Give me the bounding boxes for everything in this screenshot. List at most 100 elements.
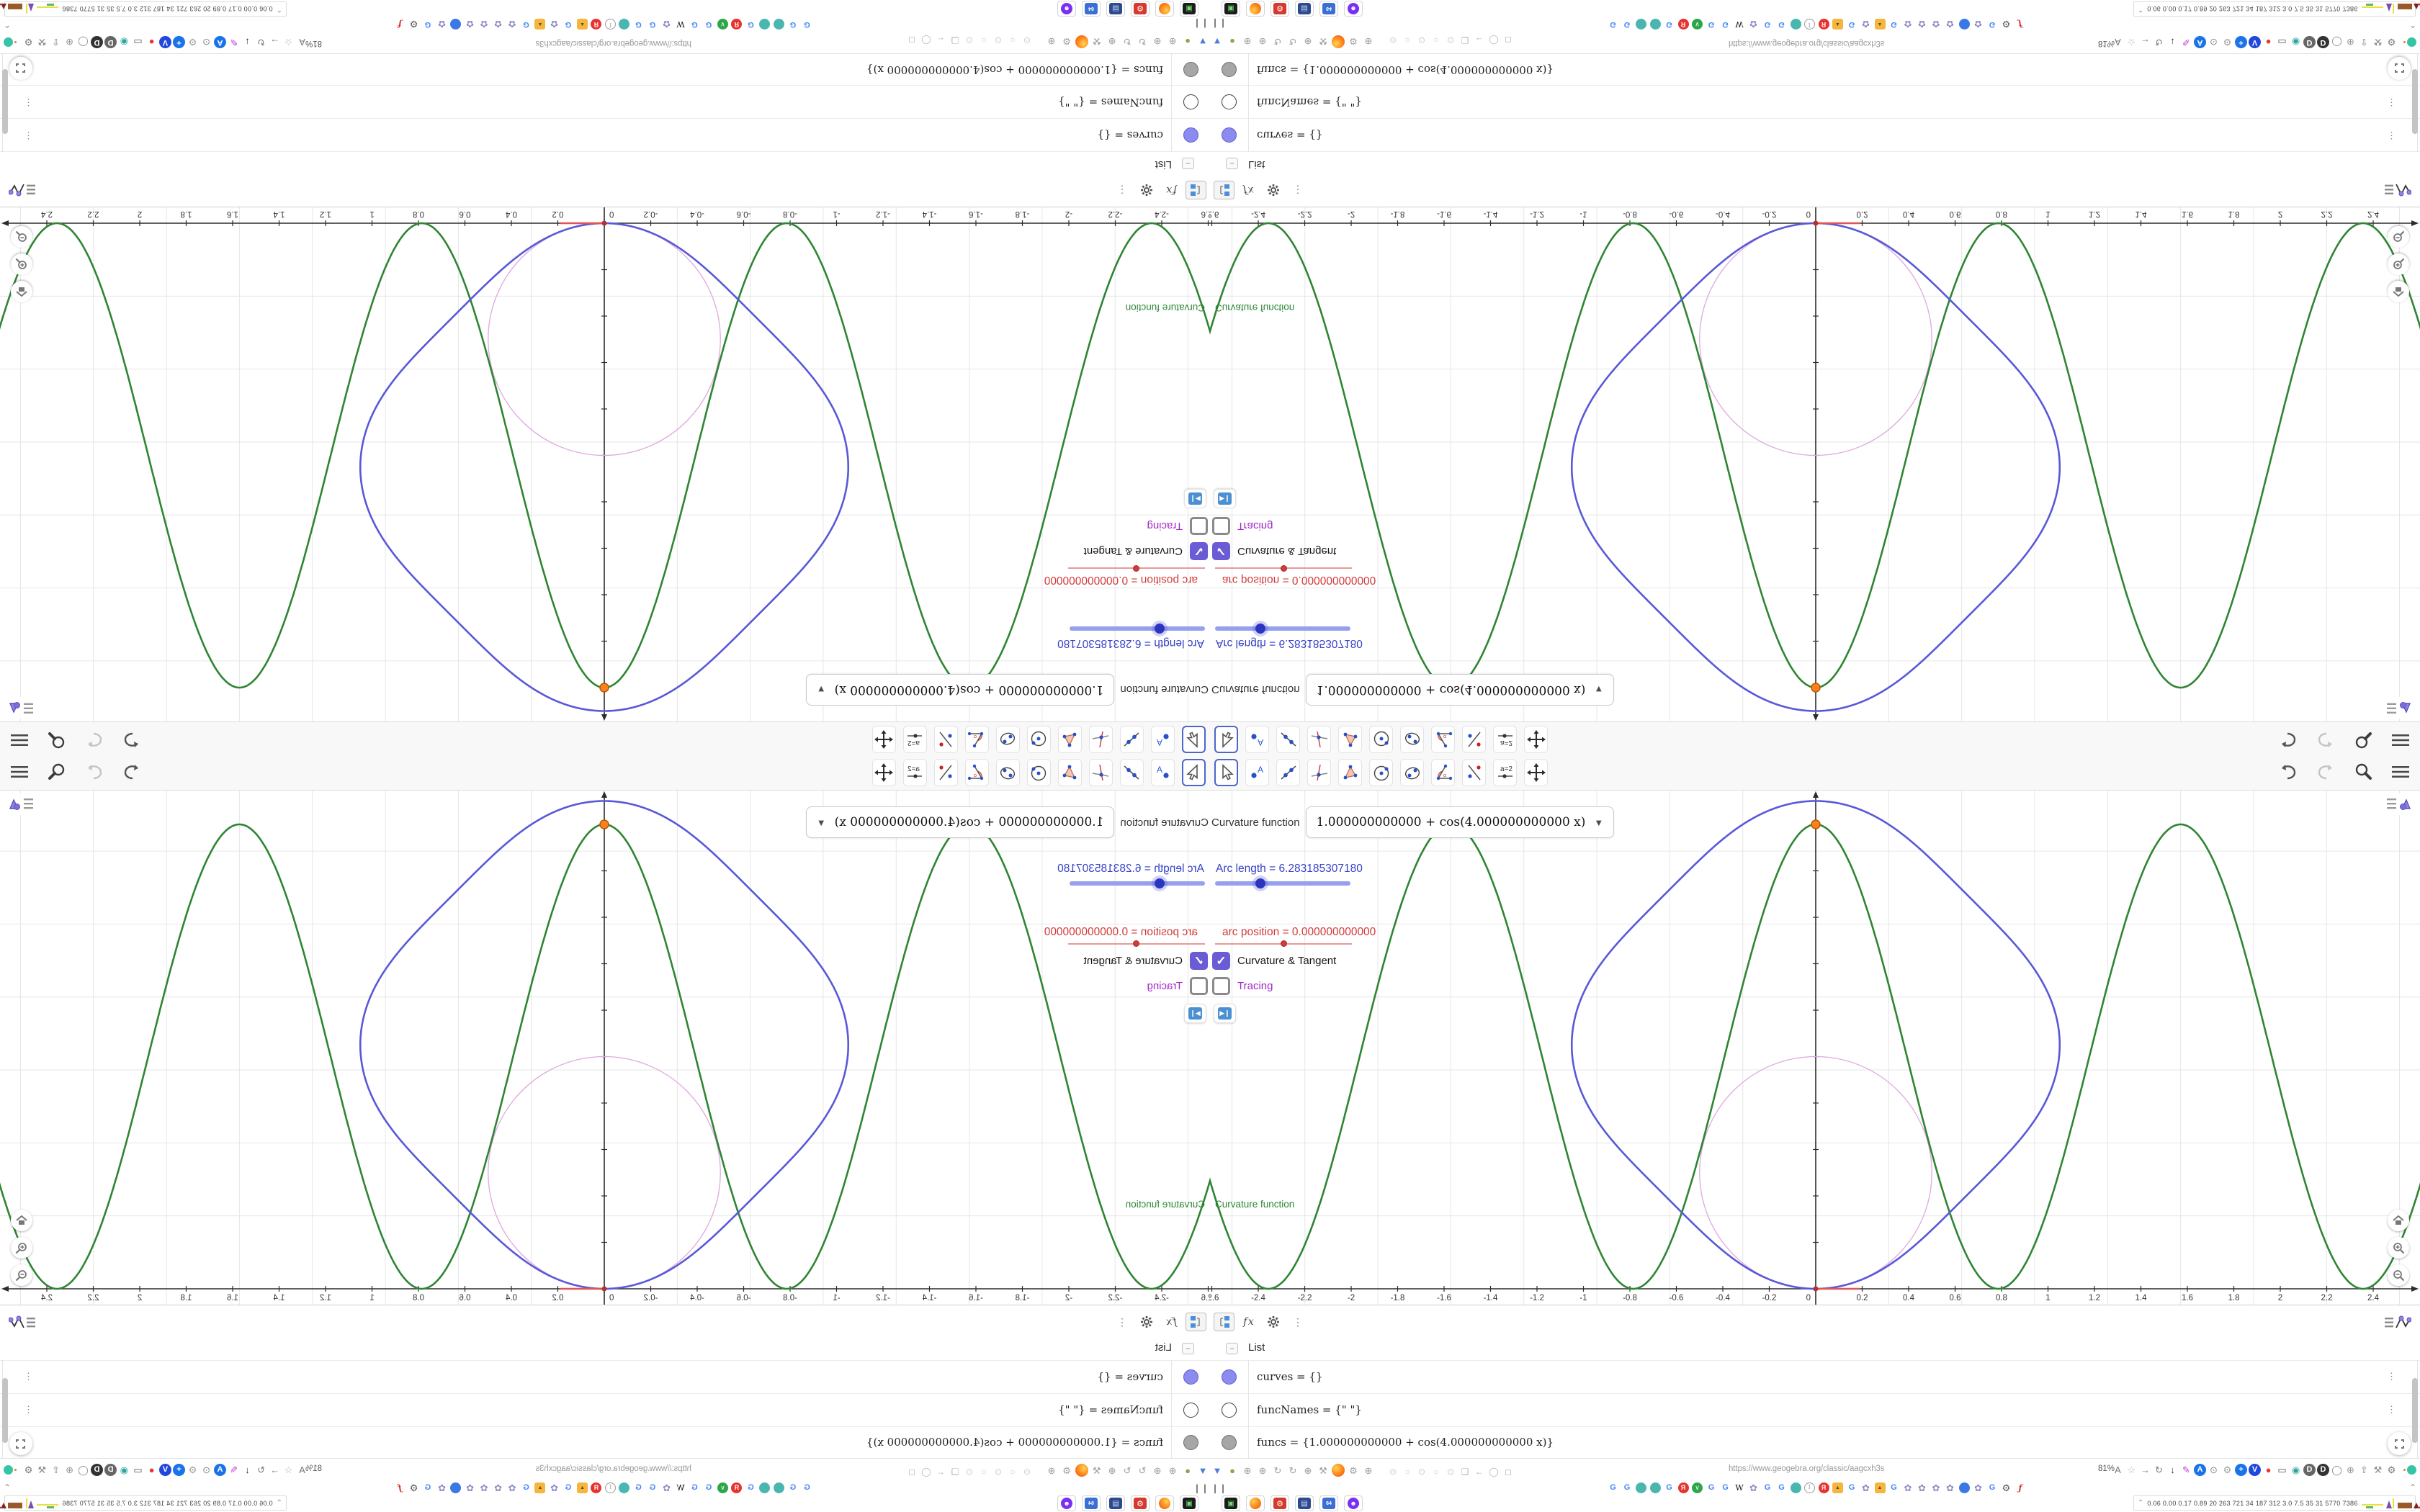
fx-view-icon[interactable]: f x xyxy=(1161,1313,1182,1331)
extension-icon[interactable]: → xyxy=(2139,36,2151,48)
bookmark-favicon-G[interactable]: G xyxy=(633,19,644,30)
search-icon[interactable] xyxy=(46,730,68,750)
point-tool-icon[interactable]: A xyxy=(1151,759,1175,786)
extension-icon[interactable]: A xyxy=(2112,1464,2124,1476)
extension-icon[interactable]: + xyxy=(173,36,185,48)
chevron-up-icon[interactable]: ⌃ xyxy=(4,1482,11,1493)
monitor-chevron-icon[interactable]: ⌃ xyxy=(2138,1499,2143,1507)
extension-icon[interactable]: ○ xyxy=(977,1465,990,1478)
taskbar-console-icon[interactable]: ▣ xyxy=(1180,1495,1198,1511)
step-forward-button[interactable]: ▶❙ xyxy=(1214,489,1236,508)
extension-icon[interactable]: ⚒ xyxy=(36,36,48,48)
extension-icon[interactable]: ↻ xyxy=(1286,1464,1299,1477)
monitor-chevron-icon[interactable]: ⌃ xyxy=(277,5,282,13)
visibility-toggle[interactable] xyxy=(1222,94,1237,110)
visibility-toggle[interactable] xyxy=(1222,1369,1237,1385)
extension-icon[interactable]: ▼ xyxy=(1211,1464,1224,1477)
tracing-checkbox[interactable] xyxy=(1190,517,1208,535)
profile-avatar[interactable] xyxy=(4,1465,17,1475)
curvature-tangent-checkbox[interactable]: ✓ xyxy=(1212,952,1230,970)
extension-icon[interactable]: D xyxy=(2303,36,2316,48)
extension-icon[interactable]: D xyxy=(2317,1464,2329,1476)
extension-icon[interactable]: ⊙ xyxy=(1415,1465,1428,1478)
curvature-tangent-checkbox[interactable]: ✓ xyxy=(1190,952,1208,970)
extension-icon[interactable]: ↻ xyxy=(1136,1464,1149,1477)
polygon-tool-icon[interactable] xyxy=(1058,726,1082,753)
bookmark-favicon-fred[interactable]: ƒ xyxy=(395,19,405,30)
graph-area[interactable]: -2.6 -2.4 -2.2 -2 -1.8 -1.6 -1.4 -1.2 -1 -0.8 -0.6… xyxy=(0,791,1210,1305)
taskbar-redgear-icon[interactable]: ⚙ xyxy=(1131,1,1150,17)
bookmark-favicon-G[interactable]: G xyxy=(802,1482,812,1493)
extension-icon[interactable]: ✎ xyxy=(228,36,240,48)
extension-icon[interactable]: ▼ xyxy=(1211,35,1224,48)
bookmark-favicon-flower[interactable]: ✿ xyxy=(1917,19,1927,30)
extension-icon[interactable]: A xyxy=(2194,36,2206,48)
point-tool-icon[interactable]: A xyxy=(1245,759,1269,786)
move-tool-icon[interactable] xyxy=(1182,759,1206,786)
bookmark-favicon-G[interactable]: G xyxy=(647,1482,658,1493)
extension-icon[interactable]: ⊕ xyxy=(63,36,76,48)
extension-icon[interactable]: ↻ xyxy=(255,1464,267,1476)
bookmark-favicon-flower[interactable]: ✿ xyxy=(1973,19,1984,30)
step-forward-button[interactable]: ▶❙ xyxy=(1184,489,1206,508)
fx-view-icon[interactable]: f x xyxy=(1238,181,1259,199)
arc-length-slider-handle[interactable] xyxy=(1252,876,1268,891)
bookmark-favicon-ya[interactable]: Я xyxy=(591,1482,602,1493)
polygon-tool-icon[interactable] xyxy=(1338,726,1362,753)
bookmark-favicon-G[interactable]: G xyxy=(1664,19,1675,30)
polygon-tool-icon[interactable] xyxy=(1058,759,1082,786)
bookmark-favicon-G[interactable]: G xyxy=(1720,19,1731,30)
chevron-down-icon[interactable]: ▼ xyxy=(817,817,826,828)
bookmark-favicon-W[interactable]: W xyxy=(1734,1482,1745,1493)
menu-icon[interactable] xyxy=(2390,730,2411,750)
visibility-toggle[interactable] xyxy=(1222,62,1237,78)
extension-icon[interactable]: ◻ xyxy=(905,1465,918,1478)
list-item[interactable]: funcNames = {" "} ⋮ xyxy=(0,86,1210,119)
extension-icon[interactable]: ● xyxy=(1332,1464,1345,1477)
graph-area[interactable]: -2.6 -2.4 -2.2 -2 -1.8 -1.6 -1.4 -1.2 -1 -0.8 -0.6… xyxy=(0,207,1210,721)
algebra-panel-toggle-icon[interactable] xyxy=(2383,181,2413,198)
arc-length-slider[interactable] xyxy=(1070,876,1205,891)
taskbar-floppy64-icon[interactable]: 64 xyxy=(1319,1,1338,17)
search-icon[interactable] xyxy=(46,762,68,782)
point-tool-icon[interactable]: A xyxy=(1151,726,1175,753)
bookmark-favicon-bluedot[interactable] xyxy=(1958,19,1970,30)
undo-button[interactable] xyxy=(121,762,143,782)
extension-icon[interactable]: ↻ xyxy=(1271,35,1284,48)
bookmark-favicon-img[interactable]: ▲ xyxy=(534,19,546,30)
zoom-out-icon[interactable] xyxy=(2388,226,2409,248)
bookmark-favicon-ya[interactable]: Я xyxy=(731,19,743,30)
item-menu-icon[interactable]: ⋮ xyxy=(24,1404,33,1416)
zoom-in-icon[interactable] xyxy=(2388,253,2409,275)
bookmark-favicon-img[interactable]: ▲ xyxy=(1832,1482,1843,1493)
extension-icon[interactable]: ◻ xyxy=(905,34,918,47)
bookmark-favicon-ya[interactable]: Я xyxy=(731,1482,743,1493)
extension-icon[interactable]: ⊕ xyxy=(1256,1464,1269,1477)
list-item[interactable]: curves = {} ⋮ xyxy=(0,119,1210,152)
extension-icon[interactable]: ⊕ xyxy=(63,1464,76,1476)
bookmark-favicon-G[interactable]: G xyxy=(1888,1482,1899,1493)
taskbar-robot-icon[interactable]: ☻ xyxy=(1057,1,1076,17)
extension-icon[interactable]: ● xyxy=(145,1464,158,1476)
taskbar-console-icon[interactable]: ▣ xyxy=(1222,1495,1240,1511)
extension-icon[interactable]: ○ xyxy=(1006,1465,1019,1478)
extension-icon[interactable]: D xyxy=(104,36,117,48)
move-tool-icon[interactable] xyxy=(1214,759,1238,786)
extension-icon[interactable]: ⊕ xyxy=(2344,1464,2357,1476)
bookmark-favicon-ya[interactable]: Я xyxy=(591,19,602,30)
extension-icon[interactable]: ◯ xyxy=(77,1464,89,1476)
bookmark-favicon-flower[interactable]: ✿ xyxy=(1748,1482,1759,1493)
extension-icon[interactable]: ⊙ xyxy=(992,1465,1005,1478)
extension-icon[interactable]: ⚒ xyxy=(1317,1464,1330,1477)
extension-icon[interactable]: ☆ xyxy=(282,36,295,48)
arc-position-slider-handle[interactable] xyxy=(1133,940,1139,947)
bookmark-favicon-flower[interactable]: ✿ xyxy=(1860,1482,1871,1493)
arc-position-slider-handle[interactable] xyxy=(1281,565,1287,572)
extension-icon[interactable]: ○ xyxy=(1430,1465,1443,1478)
bookmark-favicon-teal[interactable] xyxy=(1649,1482,1661,1493)
extension-icon[interactable]: ⚒ xyxy=(2372,1464,2384,1476)
bookmark-favicon-teal[interactable] xyxy=(774,1482,784,1493)
extension-icon[interactable]: ⊙ xyxy=(1021,1465,1034,1478)
algebra-panel-toggle-icon[interactable] xyxy=(2383,1314,2413,1331)
tracing-checkbox[interactable] xyxy=(1190,977,1208,995)
